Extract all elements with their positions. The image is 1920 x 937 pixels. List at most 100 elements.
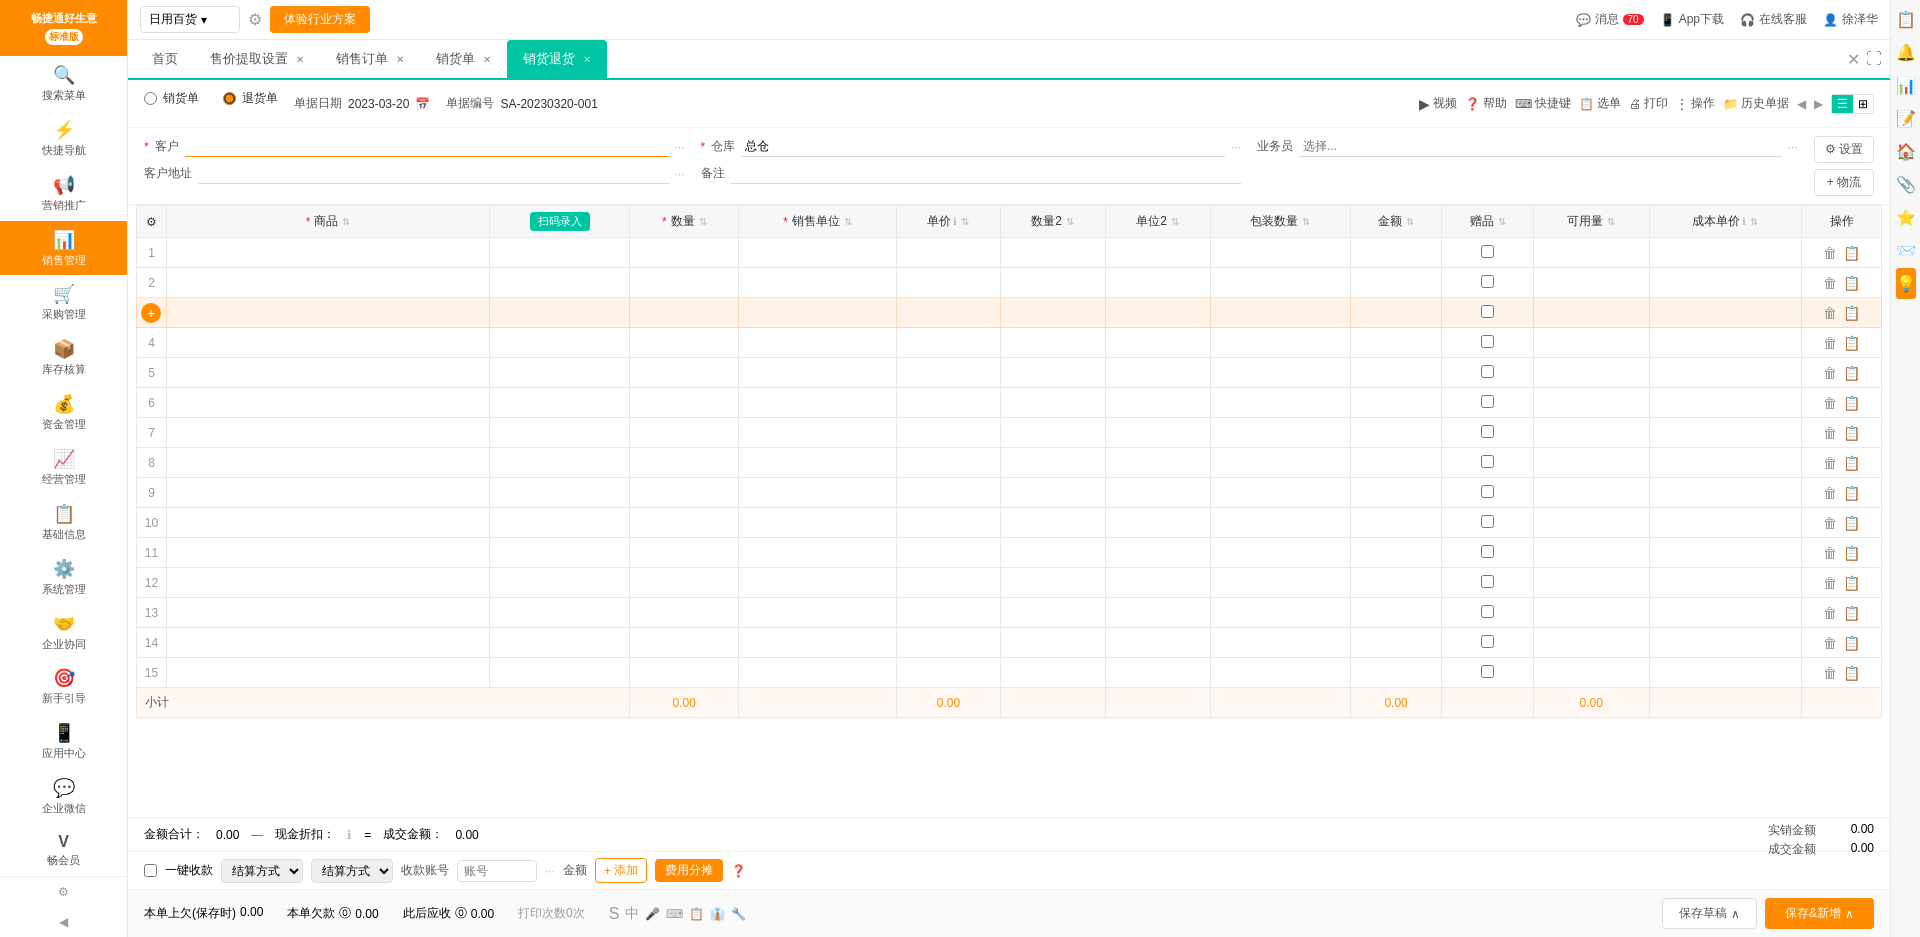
copy-row-icon[interactable]: 📋: [1843, 245, 1860, 261]
copy-row-icon[interactable]: 📋: [1843, 485, 1860, 501]
cost-cell[interactable]: [1649, 658, 1801, 688]
gift-cell[interactable]: [1442, 328, 1533, 358]
gift-checkbox[interactable]: [1481, 455, 1494, 468]
unit2-cell[interactable]: [1105, 478, 1210, 508]
gift-cell[interactable]: [1442, 658, 1533, 688]
sidebar-collapse-btn[interactable]: ◀: [0, 907, 127, 937]
gift-checkbox[interactable]: [1481, 305, 1494, 318]
action-hotkey[interactable]: ⌨ 快捷键: [1515, 95, 1571, 112]
available-cell[interactable]: [1533, 358, 1649, 388]
pack-cell[interactable]: [1210, 628, 1350, 658]
price-cell[interactable]: [897, 418, 1001, 448]
tab-price-extract[interactable]: 售价提取设置 ✕: [194, 40, 320, 78]
price-sort-icon[interactable]: ⇅: [961, 216, 969, 227]
tab-sales-order-close[interactable]: ✕: [396, 54, 404, 65]
cost-cell[interactable]: [1649, 388, 1801, 418]
unit-cell[interactable]: [739, 328, 897, 358]
customer-dots-icon[interactable]: ···: [675, 140, 685, 154]
cost-cell[interactable]: [1649, 478, 1801, 508]
qty-cell[interactable]: [630, 448, 739, 478]
amount-cell[interactable]: [1350, 538, 1441, 568]
qty2-cell[interactable]: [1000, 268, 1105, 298]
gift-cell[interactable]: [1442, 388, 1533, 418]
delete-row-icon[interactable]: 🗑: [1823, 515, 1837, 531]
product-cell[interactable]: [167, 538, 490, 568]
unit-cell[interactable]: [739, 388, 897, 418]
available-cell[interactable]: [1533, 538, 1649, 568]
unit2-cell[interactable]: [1105, 358, 1210, 388]
available-cell[interactable]: [1533, 508, 1649, 538]
sidebar-item-search[interactable]: 🔍 搜索菜单: [0, 56, 127, 111]
qty2-cell[interactable]: [1000, 508, 1105, 538]
product-cell[interactable]: [167, 658, 490, 688]
nav-prev-icon[interactable]: ◀: [1797, 97, 1806, 111]
gift-cell[interactable]: [1442, 628, 1533, 658]
product-cell[interactable]: [167, 328, 490, 358]
available-cell[interactable]: [1533, 418, 1649, 448]
add-fee-button[interactable]: + 添加: [595, 858, 647, 883]
qty2-cell[interactable]: [1000, 658, 1105, 688]
cost-cell[interactable]: [1649, 598, 1801, 628]
experience-button[interactable]: 体验行业方案: [270, 6, 370, 33]
calc-method-select[interactable]: 结算方式: [311, 859, 393, 883]
available-cell[interactable]: [1533, 658, 1649, 688]
copy-row-icon[interactable]: 📋: [1843, 635, 1860, 651]
unit2-cell[interactable]: [1105, 538, 1210, 568]
pack-cell[interactable]: [1210, 508, 1350, 538]
qty2-cell[interactable]: [1000, 598, 1105, 628]
available-cell[interactable]: [1533, 598, 1649, 628]
amount-cell[interactable]: [1350, 628, 1441, 658]
save-new-button[interactable]: 保存&新增 ∧: [1765, 898, 1874, 929]
gift-cell[interactable]: [1442, 478, 1533, 508]
copy-row-icon[interactable]: 📋: [1843, 275, 1860, 291]
tab-close-all-icon[interactable]: ✕: [1847, 50, 1860, 69]
copy-row-icon[interactable]: 📋: [1843, 455, 1860, 471]
pack-cell[interactable]: [1210, 358, 1350, 388]
available-cell[interactable]: [1533, 268, 1649, 298]
cost-cell[interactable]: [1649, 328, 1801, 358]
delete-row-icon[interactable]: 🗑: [1823, 275, 1837, 291]
qty-cell[interactable]: [630, 268, 739, 298]
gift-sort-icon[interactable]: ⇅: [1498, 216, 1506, 227]
amount-cell[interactable]: [1350, 508, 1441, 538]
unit2-sort-icon[interactable]: ⇅: [1171, 216, 1179, 227]
unit-cell[interactable]: [739, 568, 897, 598]
amount-cell[interactable]: [1350, 358, 1441, 388]
sidebar-item-operations[interactable]: 📈 经营管理: [0, 440, 127, 495]
copy-row-icon[interactable]: 📋: [1843, 545, 1860, 561]
salesperson-dots-icon[interactable]: ···: [1788, 140, 1798, 154]
unit-cell[interactable]: [739, 658, 897, 688]
pack-cell[interactable]: [1210, 478, 1350, 508]
available-cell[interactable]: [1533, 448, 1649, 478]
amount-cell[interactable]: [1350, 238, 1441, 268]
gift-cell[interactable]: [1442, 418, 1533, 448]
qty2-cell[interactable]: [1000, 358, 1105, 388]
qty-cell[interactable]: [630, 628, 739, 658]
gift-cell[interactable]: [1442, 508, 1533, 538]
product-cell[interactable]: [167, 298, 490, 328]
tab-sales-return-close[interactable]: ✕: [583, 54, 591, 65]
qty-cell[interactable]: [630, 388, 739, 418]
view-grid-icon[interactable]: ⊞: [1853, 95, 1873, 113]
user-avatar[interactable]: 👤 徐泽华: [1823, 11, 1878, 28]
gift-checkbox[interactable]: [1481, 515, 1494, 528]
action-help[interactable]: ❓ 帮助: [1465, 95, 1507, 112]
action-print[interactable]: 🖨 打印: [1629, 95, 1668, 112]
rs-icon-4[interactable]: 📝: [1896, 103, 1916, 134]
product-cell[interactable]: [167, 598, 490, 628]
radio-sales-input[interactable]: [144, 92, 157, 105]
unit-cell[interactable]: [739, 298, 897, 328]
account-input[interactable]: [457, 860, 537, 882]
pack-cell[interactable]: [1210, 598, 1350, 628]
product-cell[interactable]: [167, 478, 490, 508]
qty2-cell[interactable]: [1000, 328, 1105, 358]
pack-cell[interactable]: [1210, 238, 1350, 268]
sidebar-item-marketing[interactable]: 📢 营销推广: [0, 166, 127, 221]
gift-cell[interactable]: [1442, 268, 1533, 298]
delete-row-icon[interactable]: 🗑: [1823, 365, 1837, 381]
message-button[interactable]: 💬 消息 70: [1576, 11, 1644, 28]
delete-row-icon[interactable]: 🗑: [1823, 485, 1837, 501]
app-download-button[interactable]: 📱 App下载: [1660, 11, 1724, 28]
unit2-cell[interactable]: [1105, 598, 1210, 628]
qty-cell[interactable]: [630, 598, 739, 628]
